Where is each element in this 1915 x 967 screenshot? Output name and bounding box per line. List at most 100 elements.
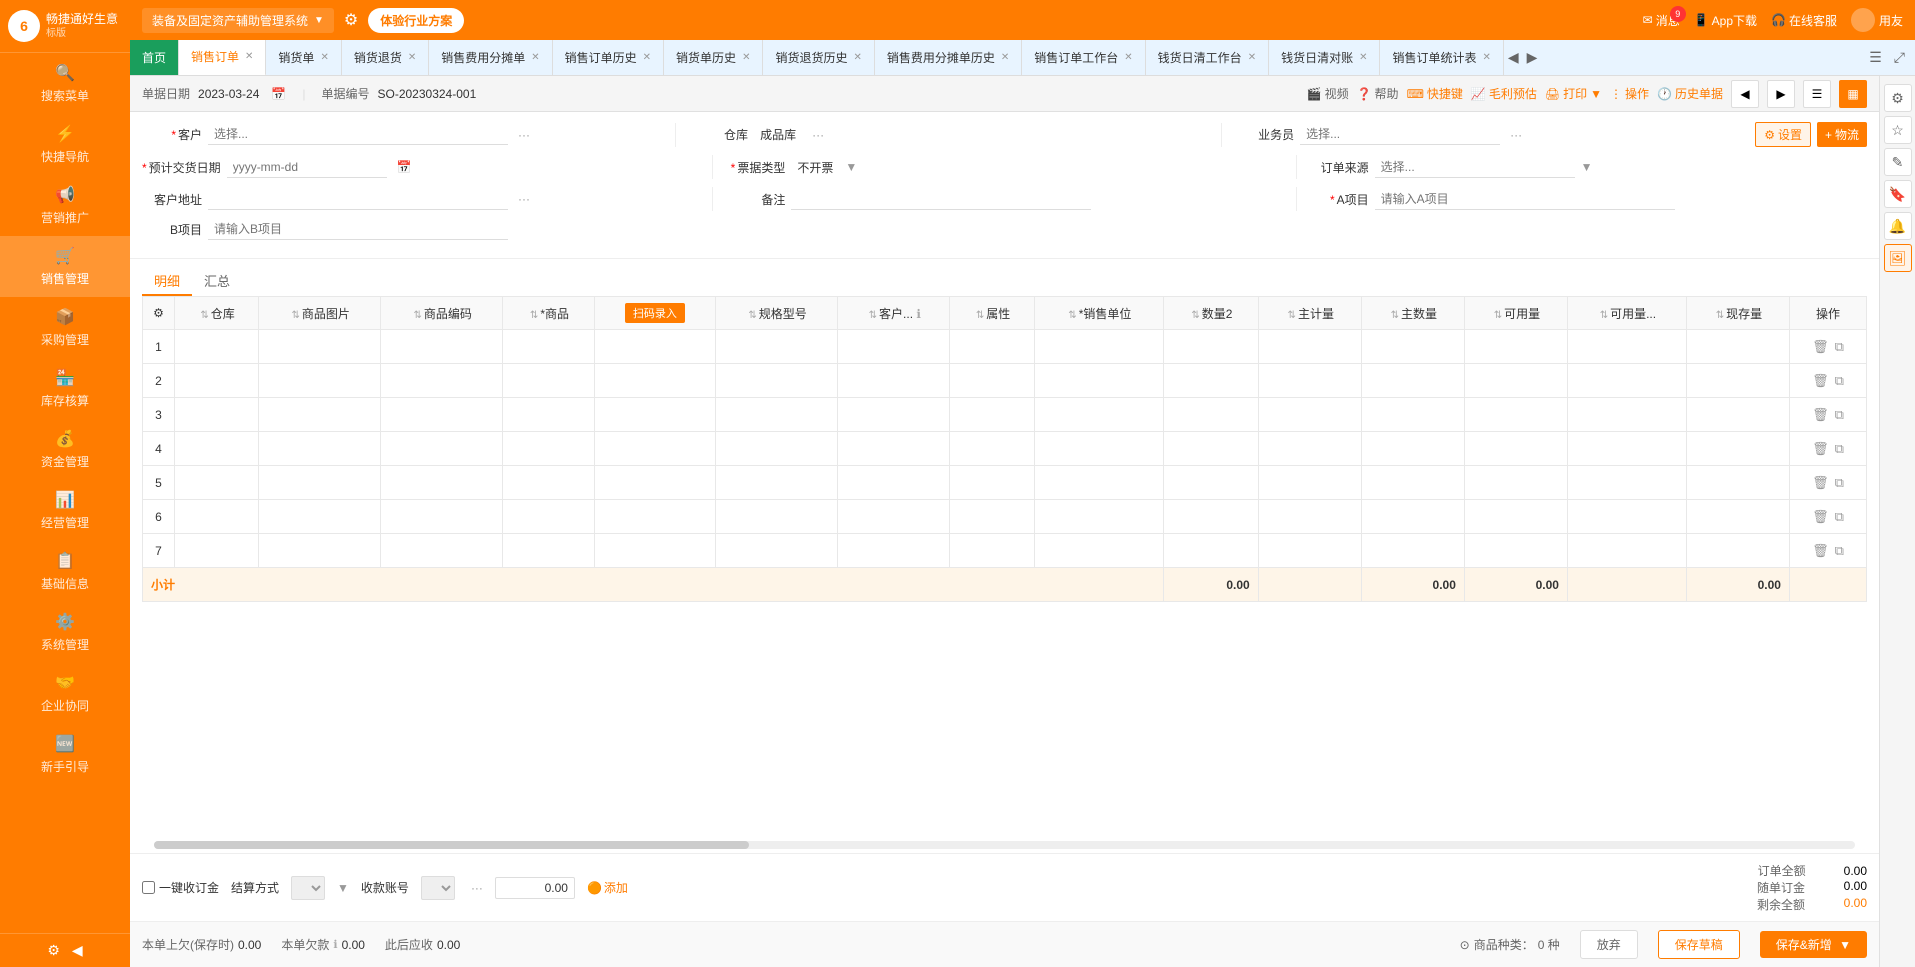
- table-cell[interactable]: [1464, 330, 1567, 364]
- table-cell[interactable]: [1164, 330, 1259, 364]
- right-image-icon[interactable]: 🖼: [1884, 244, 1912, 272]
- tab-detail[interactable]: 明细: [142, 267, 192, 296]
- sort-icon4[interactable]: ⇅: [530, 310, 538, 321]
- print-btn[interactable]: 🖨 打印 ▼: [1545, 85, 1602, 102]
- address-expand[interactable]: ···: [518, 192, 530, 206]
- salesperson-expand[interactable]: ···: [1510, 128, 1522, 142]
- tab-order-workbench[interactable]: 销售订单工作台 ✕: [1022, 40, 1145, 76]
- tab-sales-return[interactable]: 销货退货 ✕: [342, 40, 429, 76]
- tab-close-order-workbench[interactable]: ✕: [1124, 52, 1132, 63]
- sidebar-item-cooperation[interactable]: 🤝 企业协同: [0, 663, 130, 724]
- table-cell[interactable]: [381, 500, 503, 534]
- delivery-input[interactable]: [227, 157, 387, 178]
- table-cell[interactable]: [1164, 500, 1259, 534]
- delete-row-btn[interactable]: 🗑: [1812, 339, 1829, 355]
- table-cell[interactable]: [1686, 432, 1789, 466]
- grid-view-btn[interactable]: ☰: [1803, 80, 1831, 108]
- table-cell[interactable]: [716, 398, 838, 432]
- table-cell[interactable]: [1258, 466, 1361, 500]
- operation-btn[interactable]: ⋮ 操作: [1610, 85, 1649, 102]
- scan-btn[interactable]: 扫码录入: [625, 303, 685, 323]
- b-project-input[interactable]: [208, 219, 508, 240]
- system-selector[interactable]: 装备及固定资产辅助管理系统 ▼: [142, 8, 334, 33]
- table-cell[interactable]: [381, 432, 503, 466]
- table-cell[interactable]: [1034, 432, 1163, 466]
- tab-return-history[interactable]: 销货退货历史 ✕: [763, 40, 874, 76]
- table-cell[interactable]: [1464, 432, 1567, 466]
- table-cell[interactable]: [838, 398, 950, 432]
- calendar-icon[interactable]: 📅: [271, 87, 286, 101]
- table-cell[interactable]: [1567, 330, 1686, 364]
- table-cell[interactable]: [1361, 534, 1464, 568]
- table-cell[interactable]: [1034, 398, 1163, 432]
- warehouse-expand[interactable]: ···: [812, 128, 824, 142]
- sidebar-item-operations[interactable]: 📊 经营管理: [0, 480, 130, 541]
- amount-input[interactable]: [495, 877, 575, 899]
- tab-order-stats[interactable]: 销售订单统计表 ✕: [1380, 40, 1503, 76]
- save-new-dropdown[interactable]: ▼: [1839, 938, 1851, 952]
- table-cell[interactable]: [1361, 432, 1464, 466]
- table-cell[interactable]: [838, 466, 950, 500]
- scroll-thumb[interactable]: [154, 841, 749, 849]
- table-cell[interactable]: [716, 330, 838, 364]
- order-source-input[interactable]: [1375, 157, 1575, 178]
- tab-close-order-history[interactable]: ✕: [643, 52, 651, 63]
- table-cell[interactable]: [1258, 534, 1361, 568]
- table-cell[interactable]: [259, 500, 381, 534]
- table-cell[interactable]: [1164, 432, 1259, 466]
- shortcut-btn[interactable]: ⌨ 快捷键: [1407, 85, 1463, 102]
- table-cell[interactable]: [838, 432, 950, 466]
- table-cell[interactable]: [1686, 398, 1789, 432]
- note-input[interactable]: [791, 189, 1091, 210]
- tab-close-invoice-history[interactable]: ✕: [742, 52, 750, 63]
- table-cell[interactable]: [594, 364, 715, 398]
- bank-expand[interactable]: ···: [471, 881, 483, 895]
- tab-next[interactable]: ▶: [1523, 49, 1542, 66]
- help-btn[interactable]: ❓ 帮助: [1357, 85, 1399, 102]
- table-cell[interactable]: [175, 330, 259, 364]
- tab-close-sales-return[interactable]: ✕: [408, 52, 416, 63]
- table-cell[interactable]: [950, 330, 1034, 364]
- add-goods-btn[interactable]: +物流: [1817, 122, 1867, 147]
- tab-close-return-history[interactable]: ✕: [853, 52, 861, 63]
- sidebar-item-search[interactable]: 🔍 搜索菜单: [0, 53, 130, 114]
- table-cell[interactable]: [1567, 466, 1686, 500]
- table-cell[interactable]: [950, 364, 1034, 398]
- tab-sales-order[interactable]: 销售订单 ✕: [179, 40, 266, 76]
- table-cell[interactable]: [503, 330, 595, 364]
- table-cell[interactable]: [1258, 330, 1361, 364]
- salesperson-input[interactable]: [1300, 124, 1500, 145]
- right-star-icon[interactable]: ☆: [1884, 116, 1912, 144]
- table-cell[interactable]: [175, 500, 259, 534]
- table-cell[interactable]: [1686, 500, 1789, 534]
- table-cell[interactable]: [175, 466, 259, 500]
- table-cell[interactable]: [1258, 432, 1361, 466]
- delete-row-btn[interactable]: 🗑: [1812, 407, 1829, 423]
- next-record-btn[interactable]: ▶: [1767, 80, 1795, 108]
- table-cell[interactable]: [259, 466, 381, 500]
- online-service-btn[interactable]: 🎧 在线客服: [1771, 12, 1837, 29]
- tab-order-history[interactable]: 销售订单历史 ✕: [553, 40, 664, 76]
- payment-select[interactable]: [291, 876, 325, 900]
- table-cell[interactable]: [716, 534, 838, 568]
- sort-icon2[interactable]: ⇅: [291, 310, 299, 321]
- copy-row-btn[interactable]: ⧉: [1835, 373, 1844, 389]
- address-input[interactable]: [208, 189, 508, 210]
- sidebar-item-finance[interactable]: 💰 资金管理: [0, 419, 130, 480]
- table-cell[interactable]: [1034, 534, 1163, 568]
- save-draft-btn[interactable]: 保存草稿: [1658, 930, 1740, 959]
- tab-invoice-history[interactable]: 销货单历史 ✕: [664, 40, 763, 76]
- table-cell[interactable]: [1567, 398, 1686, 432]
- table-cell[interactable]: [381, 364, 503, 398]
- scroll-track[interactable]: [154, 841, 1855, 849]
- save-new-btn[interactable]: 保存&新增 ▼: [1760, 931, 1867, 958]
- tab-daily-workbench[interactable]: 钱货日清工作台 ✕: [1146, 40, 1269, 76]
- table-cell[interactable]: [594, 500, 715, 534]
- sidebar-item-purchase[interactable]: 📦 采购管理: [0, 297, 130, 358]
- bank-select[interactable]: [421, 876, 455, 900]
- history-btn[interactable]: 🕐 历史单据: [1657, 85, 1723, 102]
- table-cell[interactable]: [1686, 330, 1789, 364]
- sidebar-item-marketing[interactable]: 📢 营销推广: [0, 175, 130, 236]
- table-cell[interactable]: [1464, 398, 1567, 432]
- right-edit-icon[interactable]: ✎: [1884, 148, 1912, 176]
